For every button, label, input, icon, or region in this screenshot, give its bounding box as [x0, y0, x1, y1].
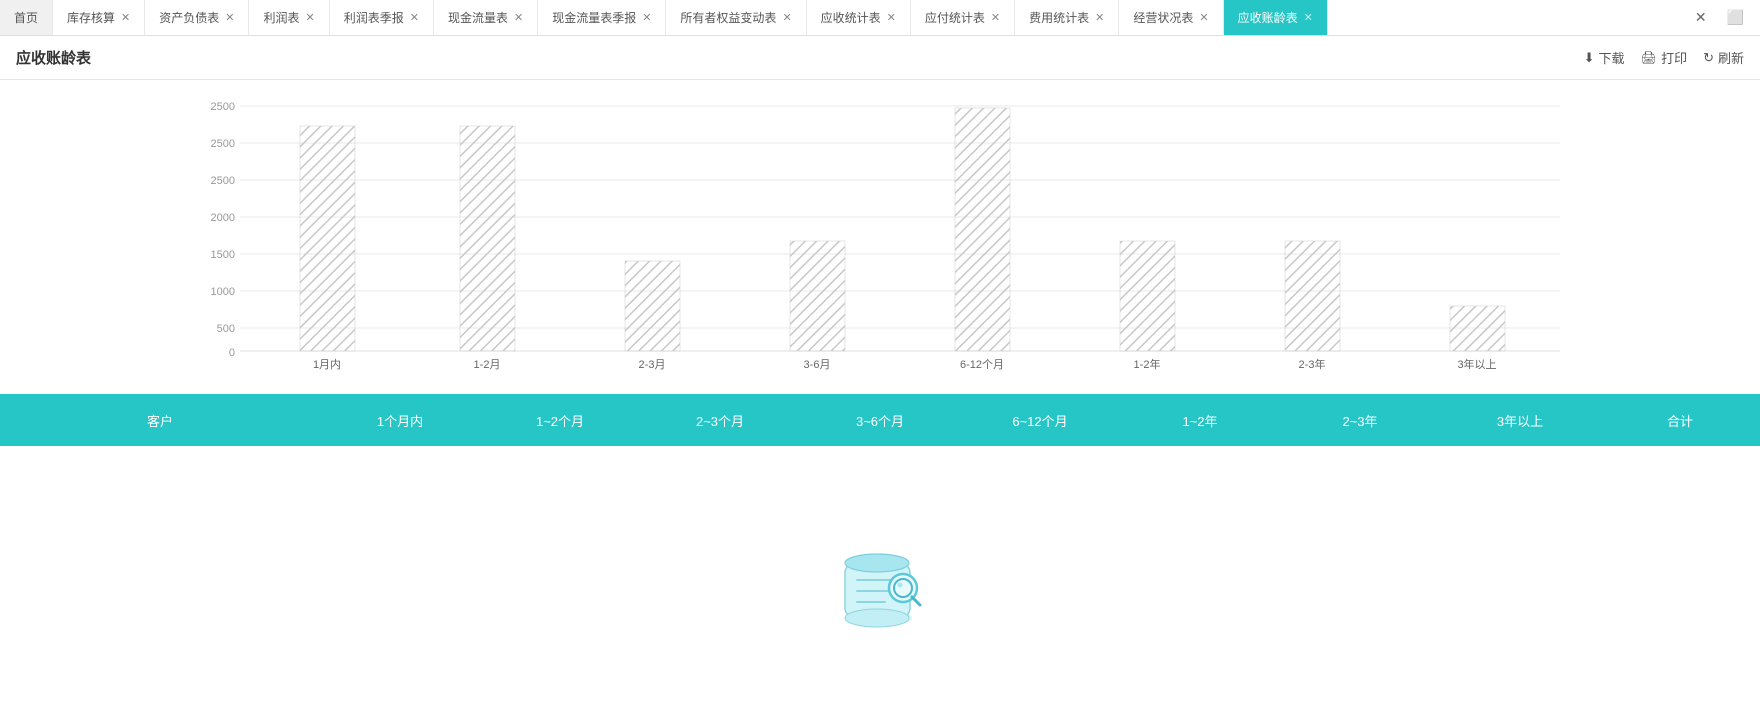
tab-home[interactable]: 首页 [0, 0, 53, 35]
tab-ar-stat[interactable]: 应收统计表 ✕ [807, 0, 911, 35]
tab-close-equity[interactable]: ✕ [782, 11, 791, 24]
chart-container: 2500 2500 2500 2000 1500 1000 500 0 [24, 96, 1736, 386]
svg-text:2000: 2000 [211, 212, 235, 224]
table-header-cell: 3年以上 [1440, 411, 1600, 430]
main-content: 2500 2500 2500 2000 1500 1000 500 0 [0, 80, 1760, 720]
refresh-button[interactable]: ↻ 刷新 [1703, 48, 1744, 67]
svg-text:2-3年: 2-3年 [1299, 357, 1326, 371]
tab-label: 应付统计表 [925, 9, 985, 26]
tab-bar: 首页库存核算✕资产负债表✕利润表✕利润表季报✕现金流量表✕现金流量表季报✕所有者… [0, 0, 1760, 36]
tab-close-inventory[interactable]: ✕ [121, 11, 130, 24]
download-button[interactable]: ⬇ 下载 [1584, 48, 1625, 67]
tab-ap-stat[interactable]: 应付统计表 ✕ [911, 0, 1015, 35]
tab-close-ar-aging[interactable]: ✕ [1304, 11, 1313, 24]
table-header-cell: 3~6个月 [800, 411, 960, 430]
tab-label: 首页 [14, 9, 38, 26]
refresh-icon: ↻ [1703, 50, 1714, 66]
tab-close-income[interactable]: ✕ [306, 11, 315, 24]
table-header-cell: 客户 [0, 411, 320, 430]
svg-text:1000: 1000 [211, 286, 235, 298]
svg-text:3年以上: 3年以上 [1457, 357, 1496, 371]
svg-text:2-3月: 2-3月 [639, 359, 666, 371]
tab-label: 利润表 [263, 9, 299, 26]
header-actions: ⬇ 下载 🖨 打印 ↻ 刷新 [1584, 48, 1744, 67]
tab-label: 经营状况表 [1133, 9, 1193, 26]
svg-text:2500: 2500 [211, 138, 235, 150]
chart-area: 2500 2500 2500 2000 1500 1000 500 0 [0, 80, 1760, 394]
tab-income-quarterly[interactable]: 利润表季报 ✕ [330, 0, 434, 35]
svg-text:6-12个月: 6-12个月 [960, 358, 1004, 371]
tab-label: 应收账龄表 [1238, 9, 1298, 26]
tab-operation[interactable]: 经营状况表 ✕ [1119, 0, 1223, 35]
page-header: 应收账龄表 ⬇ 下载 🖨 打印 ↻ 刷新 [0, 36, 1760, 80]
tab-close-balance-sheet[interactable]: ✕ [225, 11, 234, 24]
table-header: 客户1个月内1~2个月2~3个月3~6个月6~12个月1~2年2~3年3年以上合… [0, 394, 1760, 446]
table-header-cell: 2~3年 [1280, 411, 1440, 430]
table-body [0, 446, 1760, 720]
tab-label: 利润表季报 [344, 9, 404, 26]
tab-equity[interactable]: 所有者权益变动表 ✕ [666, 0, 806, 35]
tab-cashflow-quarterly[interactable]: 现金流量表季报 ✕ [538, 0, 666, 35]
tab-balance-sheet[interactable]: 资产负债表 ✕ [145, 0, 249, 35]
tab-label: 现金流量表季报 [552, 9, 636, 26]
bar-chart: 2500 2500 2500 2000 1500 1000 500 0 [24, 96, 1736, 386]
tab-label: 费用统计表 [1029, 9, 1089, 26]
print-label: 打印 [1661, 48, 1687, 67]
page-title: 应收账龄表 [16, 47, 91, 68]
tab-cashflow[interactable]: 现金流量表 ✕ [434, 0, 538, 35]
table-header-cell: 合计 [1600, 411, 1760, 430]
svg-text:2500: 2500 [211, 175, 235, 187]
tab-close-expense-stat[interactable]: ✕ [1095, 11, 1104, 24]
download-label: 下载 [1599, 48, 1625, 67]
tab-close-cashflow-quarterly[interactable]: ✕ [642, 11, 651, 24]
tab-inventory[interactable]: 库存核算 ✕ [53, 0, 145, 35]
tab-close-ar-stat[interactable]: ✕ [887, 11, 896, 24]
svg-text:500: 500 [217, 323, 235, 335]
svg-text:1月内: 1月内 [313, 357, 341, 371]
window-controls: ✕ ⬜ [1687, 5, 1760, 30]
table-header-cell: 1个月内 [320, 411, 480, 430]
table-header-cell: 2~3个月 [640, 411, 800, 430]
tab-label: 所有者权益变动表 [680, 9, 776, 26]
tab-label: 现金流量表 [448, 9, 508, 26]
tab-ar-aging[interactable]: 应收账龄表 ✕ [1224, 0, 1328, 35]
tab-expense-stat[interactable]: 费用统计表 ✕ [1015, 0, 1119, 35]
tab-close-cashflow[interactable]: ✕ [514, 11, 523, 24]
print-button[interactable]: 🖨 打印 [1641, 48, 1688, 67]
maximize-window-button[interactable]: ⬜ [1719, 5, 1752, 30]
tab-close-operation[interactable]: ✕ [1199, 11, 1208, 24]
table-header-cell: 1~2年 [1120, 411, 1280, 430]
svg-text:1500: 1500 [211, 249, 235, 261]
print-icon: 🖨 [1641, 50, 1658, 66]
empty-icon [825, 533, 935, 633]
empty-state [825, 533, 935, 633]
svg-text:1-2年: 1-2年 [1134, 357, 1161, 371]
tab-label: 应收统计表 [821, 9, 881, 26]
refresh-label: 刷新 [1718, 48, 1744, 67]
tab-label: 资产负债表 [159, 9, 219, 26]
tab-label: 库存核算 [67, 9, 115, 26]
table-header-cell: 6~12个月 [960, 411, 1120, 430]
tab-close-ap-stat[interactable]: ✕ [991, 11, 1000, 24]
svg-text:3-6月: 3-6月 [804, 359, 831, 371]
close-window-button[interactable]: ✕ [1687, 5, 1715, 30]
download-icon: ⬇ [1584, 50, 1595, 66]
svg-text:1-2月: 1-2月 [474, 359, 501, 371]
tab-close-income-quarterly[interactable]: ✕ [410, 11, 419, 24]
svg-text:2500: 2500 [211, 101, 235, 113]
tab-income[interactable]: 利润表 ✕ [249, 0, 329, 35]
table-header-cell: 1~2个月 [480, 411, 640, 430]
svg-text:0: 0 [229, 347, 235, 359]
